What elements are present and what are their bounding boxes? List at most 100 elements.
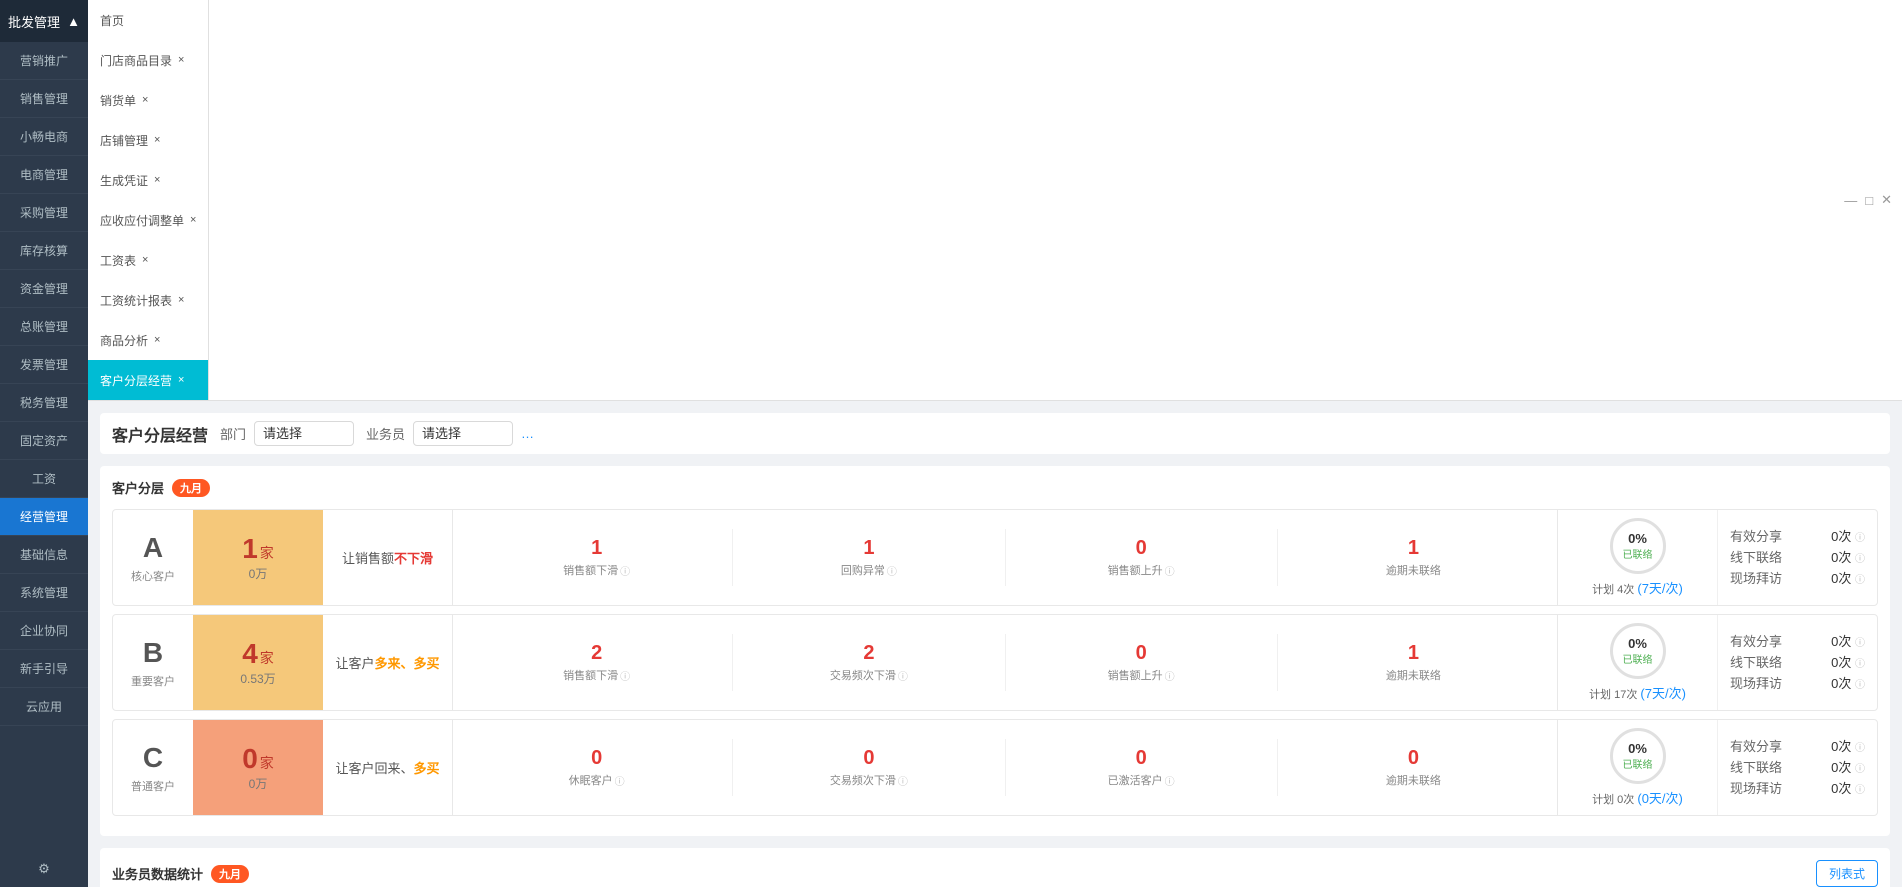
tier-contact-C: 0% 已联络 计划 0次 (0天/次) <box>1557 720 1717 815</box>
tab-首页[interactable]: 首页 <box>88 0 209 40</box>
customer-tier-section: 客户分层 九月 A核心客户 1 家 0万 让销售额不下滑 1 销售额下滑 ⓘ 1… <box>100 466 1890 836</box>
side-stat-现场拜访: 现场拜访0次 ⓘ <box>1730 673 1865 692</box>
stat-逾期未联络: 0 逾期未联络 <box>1278 739 1549 796</box>
sidebar-item-固定资产[interactable]: 固定资产 <box>0 422 88 460</box>
tier-count-A: 1 家 0万 <box>193 510 323 605</box>
sidebar-item-销售管理[interactable]: 销售管理 <box>0 80 88 118</box>
sidebar-item-资金管理[interactable]: 资金管理 <box>0 270 88 308</box>
stat-逾期未联络: 1 逾期未联络 <box>1278 634 1549 691</box>
restore-icon[interactable]: □ <box>1865 193 1873 208</box>
tab-门店商品目录[interactable]: 门店商品目录× <box>88 40 209 80</box>
sidebar-item-新手引导[interactable]: 新手引导 <box>0 650 88 688</box>
close-window-icon[interactable]: ✕ <box>1881 192 1892 208</box>
sidebar-title: 批发管理 <box>8 12 60 31</box>
sidebar-header: 批发管理 ▲ <box>0 0 88 42</box>
tab-close-icon-店铺管理[interactable]: × <box>154 134 160 146</box>
tier-count-C: 0 家 0万 <box>193 720 323 815</box>
sidebar-item-工资[interactable]: 工资 <box>0 460 88 498</box>
sidebar-item-小畅电商[interactable]: 小畅电商 <box>0 118 88 156</box>
minimize-icon[interactable]: — <box>1844 193 1857 208</box>
side-stat-有效分享: 有效分享0次 ⓘ <box>1730 631 1865 650</box>
tier-action-A: 让销售额不下滑 <box>323 510 453 605</box>
tab-店铺管理[interactable]: 店铺管理× <box>88 120 209 160</box>
side-stat-现场拜访: 现场拜访0次 ⓘ <box>1730 778 1865 797</box>
settings-icon: ⚙ <box>38 861 50 876</box>
tier-action-B: 让客户多来、多买 <box>323 615 453 710</box>
sidebar-collapse-icon[interactable]: ▲ <box>67 14 80 29</box>
side-stat-有效分享: 有效分享0次 ⓘ <box>1730 526 1865 545</box>
dept-label: 部门 <box>220 424 246 443</box>
tier-contact-B: 0% 已联络 计划 17次 (7天/次) <box>1557 615 1717 710</box>
biz-month-badge: 九月 <box>211 865 249 883</box>
tab-生成凭证[interactable]: 生成凭证× <box>88 160 209 200</box>
tier-action-C: 让客户回来、多买 <box>323 720 453 815</box>
stat-交易频次下滑: 0 交易频次下滑 ⓘ <box>733 739 1005 796</box>
tab-close-icon-门店商品目录[interactable]: × <box>178 54 184 66</box>
sidebar-item-系统管理[interactable]: 系统管理 <box>0 574 88 612</box>
stat-销售额下滑: 2 销售额下滑 ⓘ <box>461 634 733 691</box>
sidebar-item-营销推广[interactable]: 营销推广 <box>0 42 88 80</box>
main-area: 首页门店商品目录×销货单×店铺管理×生成凭证×应收应付调整单×工资表×工资统计报… <box>88 0 1902 887</box>
sidebar-item-企业协同[interactable]: 企业协同 <box>0 612 88 650</box>
sidebar-item-总账管理[interactable]: 总账管理 <box>0 308 88 346</box>
more-filters-icon[interactable]: … <box>521 426 534 441</box>
sidebar: 批发管理 ▲ 营销推广销售管理小畅电商电商管理采购管理库存核算资金管理总账管理发… <box>0 0 88 887</box>
tab-客户分层经营[interactable]: 客户分层经营× <box>88 360 209 400</box>
tier-side-stats-C: 有效分享0次 ⓘ线下联络0次 ⓘ现场拜访0次 ⓘ <box>1717 720 1877 815</box>
sidebar-item-基础信息[interactable]: 基础信息 <box>0 536 88 574</box>
tab-工资表[interactable]: 工资表× <box>88 240 209 280</box>
dept-filter: 部门 请选择 <box>220 421 354 446</box>
stat-销售额下滑: 1 销售额下滑 ⓘ <box>461 529 733 586</box>
page-title: 客户分层经营 <box>112 422 208 446</box>
tier-stats-A: 1 销售额下滑 ⓘ 1 回购异常 ⓘ 0 销售额上升 ⓘ 1 逾期未联络 <box>453 510 1557 605</box>
side-stat-现场拜访: 现场拜访0次 ⓘ <box>1730 568 1865 587</box>
page-header: 客户分层经营 部门 请选择 业务员 请选择 … <box>100 413 1890 454</box>
tier-count-B: 4 家 0.53万 <box>193 615 323 710</box>
salesperson-filter: 业务员 请选择 … <box>366 421 534 446</box>
tab-销货单[interactable]: 销货单× <box>88 80 209 120</box>
sidebar-item-税务管理[interactable]: 税务管理 <box>0 384 88 422</box>
month-badge: 九月 <box>172 479 210 497</box>
tab-close-icon-生成凭证[interactable]: × <box>154 174 160 186</box>
stat-交易频次下滑: 2 交易频次下滑 ⓘ <box>733 634 1005 691</box>
tab-close-icon-应收应付调整单[interactable]: × <box>190 214 196 226</box>
sidebar-item-电商管理[interactable]: 电商管理 <box>0 156 88 194</box>
content-area: 客户分层经营 部门 请选择 业务员 请选择 … 客户分层 九月 A核心客户 <box>88 401 1902 887</box>
tier-row-A: A核心客户 1 家 0万 让销售额不下滑 1 销售额下滑 ⓘ 1 回购异常 ⓘ … <box>112 509 1878 606</box>
tier-stats-B: 2 销售额下滑 ⓘ 2 交易频次下滑 ⓘ 0 销售额上升 ⓘ 1 逾期未联络 <box>453 615 1557 710</box>
sidebar-item-云应用[interactable]: 云应用 <box>0 688 88 726</box>
biz-stats-section: 业务员数据统计 九月 列表式 🥇 徐泽华分管客户 0家已跟进 1家(0%)逾期未… <box>100 848 1890 887</box>
tab-close-icon-客户分层经营[interactable]: × <box>178 374 184 386</box>
tab-actions: — □ ✕ <box>1834 192 1902 208</box>
stat-休眠客户: 0 休眠客户 ⓘ <box>461 739 733 796</box>
salesperson-select[interactable]: 请选择 <box>413 421 513 446</box>
tier-side-stats-A: 有效分享0次 ⓘ 线下联络0次 ⓘ 现场拜访0次 ⓘ <box>1717 510 1877 605</box>
sidebar-item-发票管理[interactable]: 发票管理 <box>0 346 88 384</box>
tier-side-stats-B: 有效分享0次 ⓘ 线下联络0次 ⓘ 现场拜访0次 ⓘ <box>1717 615 1877 710</box>
tab-close-icon-工资表[interactable]: × <box>142 254 148 266</box>
tier-label-A: A核心客户 <box>113 510 193 605</box>
side-stat-线下联络: 线下联络0次 ⓘ <box>1730 652 1865 671</box>
tab-close-icon-销货单[interactable]: × <box>142 94 148 106</box>
tier-label-C: C普通客户 <box>113 720 193 815</box>
sidebar-item-经营管理[interactable]: 经营管理 <box>0 498 88 536</box>
stat-销售额上升: 0 销售额上升 ⓘ <box>1006 529 1278 586</box>
tier-stats-C: 0 休眠客户 ⓘ 0 交易频次下滑 ⓘ 0 已激活客户 ⓘ 0 逾期未联络 <box>453 720 1557 815</box>
sidebar-item-库存核算[interactable]: 库存核算 <box>0 232 88 270</box>
tab-应收应付调整单[interactable]: 应收应付调整单× <box>88 200 209 240</box>
biz-stats-header: 业务员数据统计 九月 列表式 <box>112 860 1878 887</box>
tab-close-icon-工资统计报表[interactable]: × <box>178 294 184 306</box>
list-view-button[interactable]: 列表式 <box>1816 860 1878 887</box>
tab-商品分析[interactable]: 商品分析× <box>88 320 209 360</box>
tab-工资统计报表[interactable]: 工资统计报表× <box>88 280 209 320</box>
side-stat-线下联络: 线下联络0次 ⓘ <box>1730 547 1865 566</box>
side-stat-线下联络: 线下联络0次 ⓘ <box>1730 757 1865 776</box>
dept-select[interactable]: 请选择 <box>254 421 354 446</box>
sidebar-footer-settings[interactable]: ⚙ <box>0 851 88 887</box>
sidebar-item-采购管理[interactable]: 采购管理 <box>0 194 88 232</box>
customer-tier-title: 客户分层 九月 <box>112 478 1878 497</box>
stat-回购异常: 1 回购异常 ⓘ <box>733 529 1005 586</box>
tier-contact-A: 0% 已联络 计划 4次 (7天/次) <box>1557 510 1717 605</box>
stat-逾期未联络: 1 逾期未联络 <box>1278 529 1549 586</box>
tab-close-icon-商品分析[interactable]: × <box>154 334 160 346</box>
